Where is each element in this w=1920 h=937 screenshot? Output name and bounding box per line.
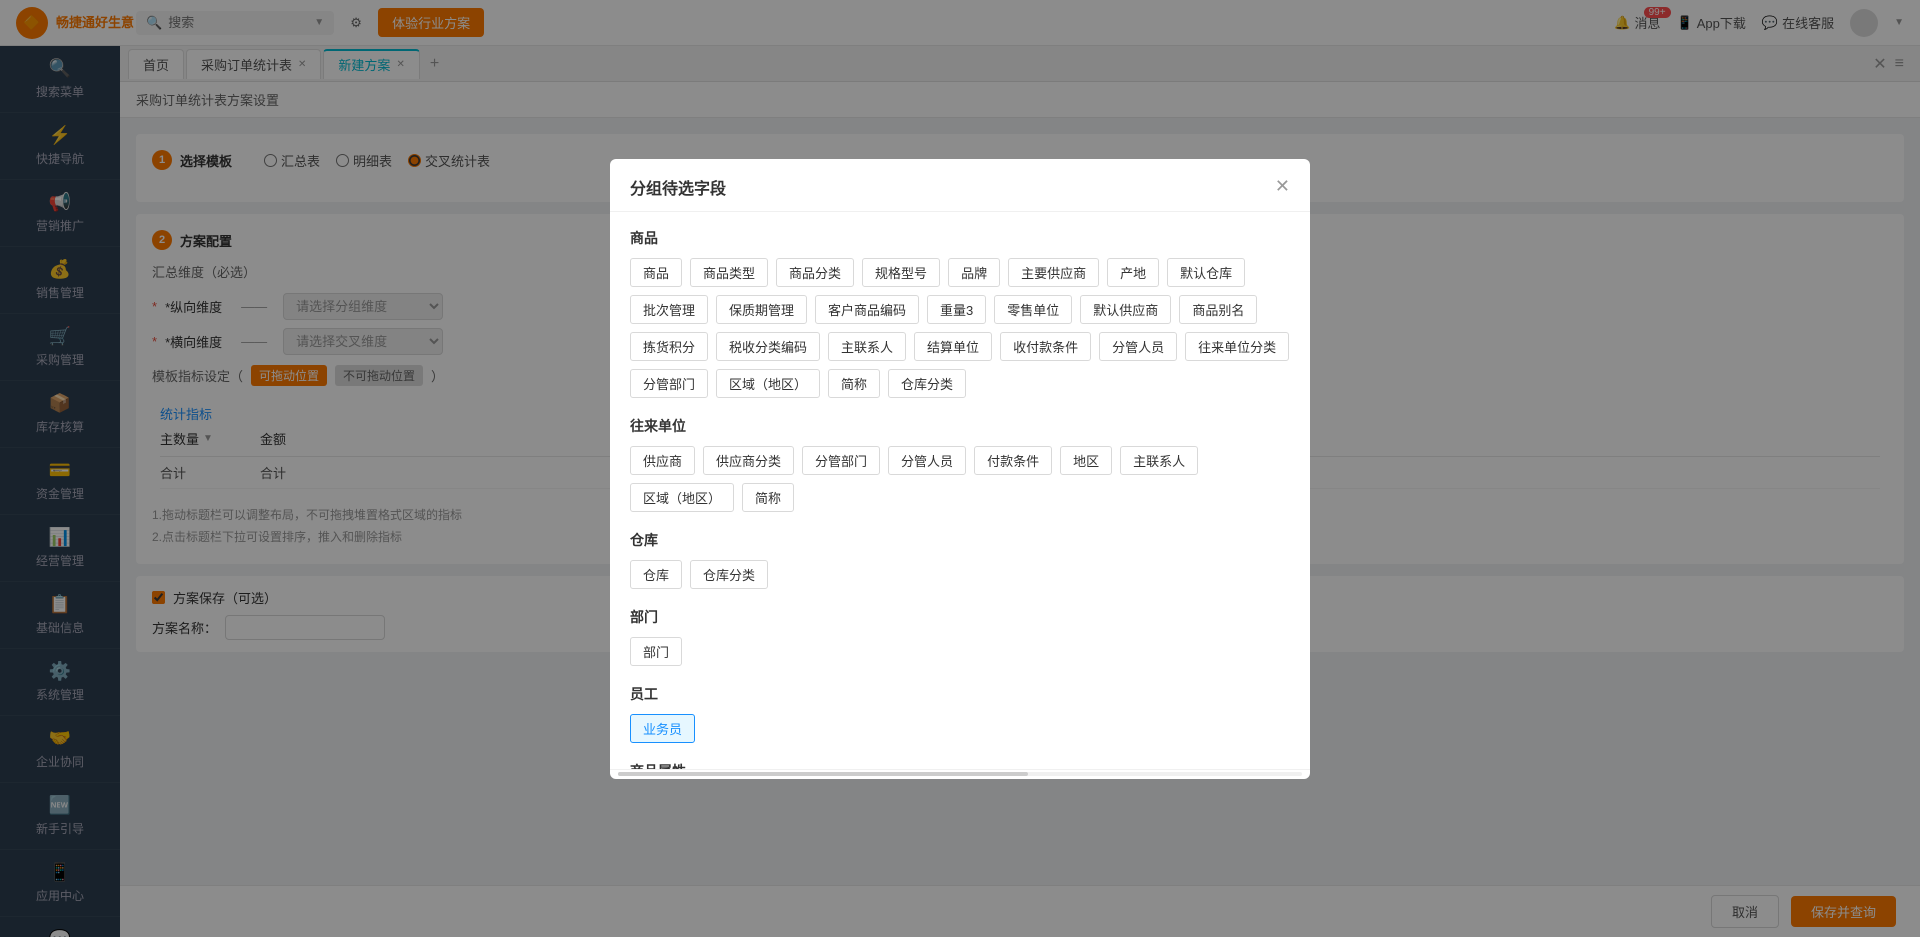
hscroll-track [618, 772, 1302, 776]
modal-title: 分组待选字段 [630, 175, 726, 199]
field-tag-batch-mgmt[interactable]: 批次管理 [630, 295, 708, 324]
field-tag-counterpart-region[interactable]: 区域（地区） [630, 483, 734, 512]
field-group-product-attr: 商品属性 属性 颜色 多规格 尺码 鞋码 1 [630, 761, 1290, 769]
field-group-product-title: 商品 [630, 228, 1290, 248]
modal-close-btn[interactable]: ✕ [1275, 176, 1290, 197]
field-tag-abbr[interactable]: 简称 [828, 369, 880, 398]
field-tag-retail-unit[interactable]: 零售单位 [994, 295, 1072, 324]
field-tag-shelf-life[interactable]: 保质期管理 [716, 295, 807, 324]
field-tag-supplier[interactable]: 供应商 [630, 446, 695, 475]
field-group-product-attr-title: 商品属性 [630, 761, 1290, 769]
field-tag-payment-terms[interactable]: 收付款条件 [1000, 332, 1091, 361]
field-tag-region[interactable]: 区域（地区） [716, 369, 820, 398]
field-tag-counterpart-contact[interactable]: 主联系人 [1120, 446, 1198, 475]
field-tags-counterpart: 供应商 供应商分类 分管部门 分管人员 付款条件 地区 主联系人 区域（地区） … [630, 446, 1290, 512]
field-tag-counterpart-dept[interactable]: 分管部门 [802, 446, 880, 475]
field-tag-product-category[interactable]: 商品分类 [776, 258, 854, 287]
field-group-employee: 员工 业务员 [630, 684, 1290, 743]
field-group-dept: 部门 部门 [630, 607, 1290, 666]
modal-hscroll[interactable] [610, 769, 1310, 779]
field-tag-alias[interactable]: 商品别名 [1179, 295, 1257, 324]
field-tag-origin[interactable]: 产地 [1107, 258, 1159, 287]
field-group-warehouse: 仓库 仓库 仓库分类 [630, 530, 1290, 589]
field-tag-counterpart-supervisor[interactable]: 分管人员 [888, 446, 966, 475]
field-tag-weight3[interactable]: 重量3 [927, 295, 986, 324]
field-tag-payment-cond[interactable]: 付款条件 [974, 446, 1052, 475]
field-group-product: 商品 商品 商品类型 商品分类 规格型号 品牌 主要供应商 产地 默认仓库 批次… [630, 228, 1290, 398]
field-tag-counterpart-abbr[interactable]: 简称 [742, 483, 794, 512]
field-tag-default-supplier[interactable]: 默认供应商 [1080, 295, 1171, 324]
field-tag-area[interactable]: 地区 [1060, 446, 1112, 475]
field-tag-product-type[interactable]: 商品类型 [690, 258, 768, 287]
modal-overlay: 分组待选字段 ✕ 商品 商品 商品类型 商品分类 规格型号 品牌 主要供应商 产… [0, 0, 1920, 937]
field-group-counterpart: 往来单位 供应商 供应商分类 分管部门 分管人员 付款条件 地区 主联系人 区域… [630, 416, 1290, 512]
field-tag-warehouse[interactable]: 仓库 [630, 560, 682, 589]
field-tag-spec[interactable]: 规格型号 [862, 258, 940, 287]
field-group-warehouse-title: 仓库 [630, 530, 1290, 550]
field-tag-main-supplier[interactable]: 主要供应商 [1008, 258, 1099, 287]
field-group-counterpart-title: 往来单位 [630, 416, 1290, 436]
field-tag-warehouse-cat[interactable]: 仓库分类 [888, 369, 966, 398]
field-tag-default-warehouse[interactable]: 默认仓库 [1167, 258, 1245, 287]
field-tag-supplier-cat[interactable]: 供应商分类 [703, 446, 794, 475]
field-tag-tax-code[interactable]: 税收分类编码 [716, 332, 820, 361]
field-tag-brand[interactable]: 品牌 [948, 258, 1000, 287]
field-tag-customer-code[interactable]: 客户商品编码 [815, 295, 919, 324]
field-tag-counterpart-category[interactable]: 往来单位分类 [1185, 332, 1289, 361]
modal-header: 分组待选字段 ✕ [610, 159, 1310, 212]
field-tags-dept: 部门 [630, 637, 1290, 666]
field-tag-product[interactable]: 商品 [630, 258, 682, 287]
modal-body: 商品 商品 商品类型 商品分类 规格型号 品牌 主要供应商 产地 默认仓库 批次… [610, 212, 1310, 769]
field-tag-pick-points[interactable]: 拣货积分 [630, 332, 708, 361]
field-tag-main-contact[interactable]: 主联系人 [828, 332, 906, 361]
field-tags-employee: 业务员 [630, 714, 1290, 743]
field-tag-salesperson[interactable]: 业务员 [630, 714, 695, 743]
field-tag-dept[interactable]: 分管部门 [630, 369, 708, 398]
field-tag-settlement-unit[interactable]: 结算单位 [914, 332, 992, 361]
field-tags-product: 商品 商品类型 商品分类 规格型号 品牌 主要供应商 产地 默认仓库 批次管理 … [630, 258, 1290, 398]
hscroll-thumb [618, 772, 1028, 776]
field-tag-supervisor[interactable]: 分管人员 [1099, 332, 1177, 361]
field-tags-warehouse: 仓库 仓库分类 [630, 560, 1290, 589]
modal: 分组待选字段 ✕ 商品 商品 商品类型 商品分类 规格型号 品牌 主要供应商 产… [610, 159, 1310, 779]
field-tag-warehouse-category[interactable]: 仓库分类 [690, 560, 768, 589]
field-group-employee-title: 员工 [630, 684, 1290, 704]
field-tag-department[interactable]: 部门 [630, 637, 682, 666]
field-group-dept-title: 部门 [630, 607, 1290, 627]
